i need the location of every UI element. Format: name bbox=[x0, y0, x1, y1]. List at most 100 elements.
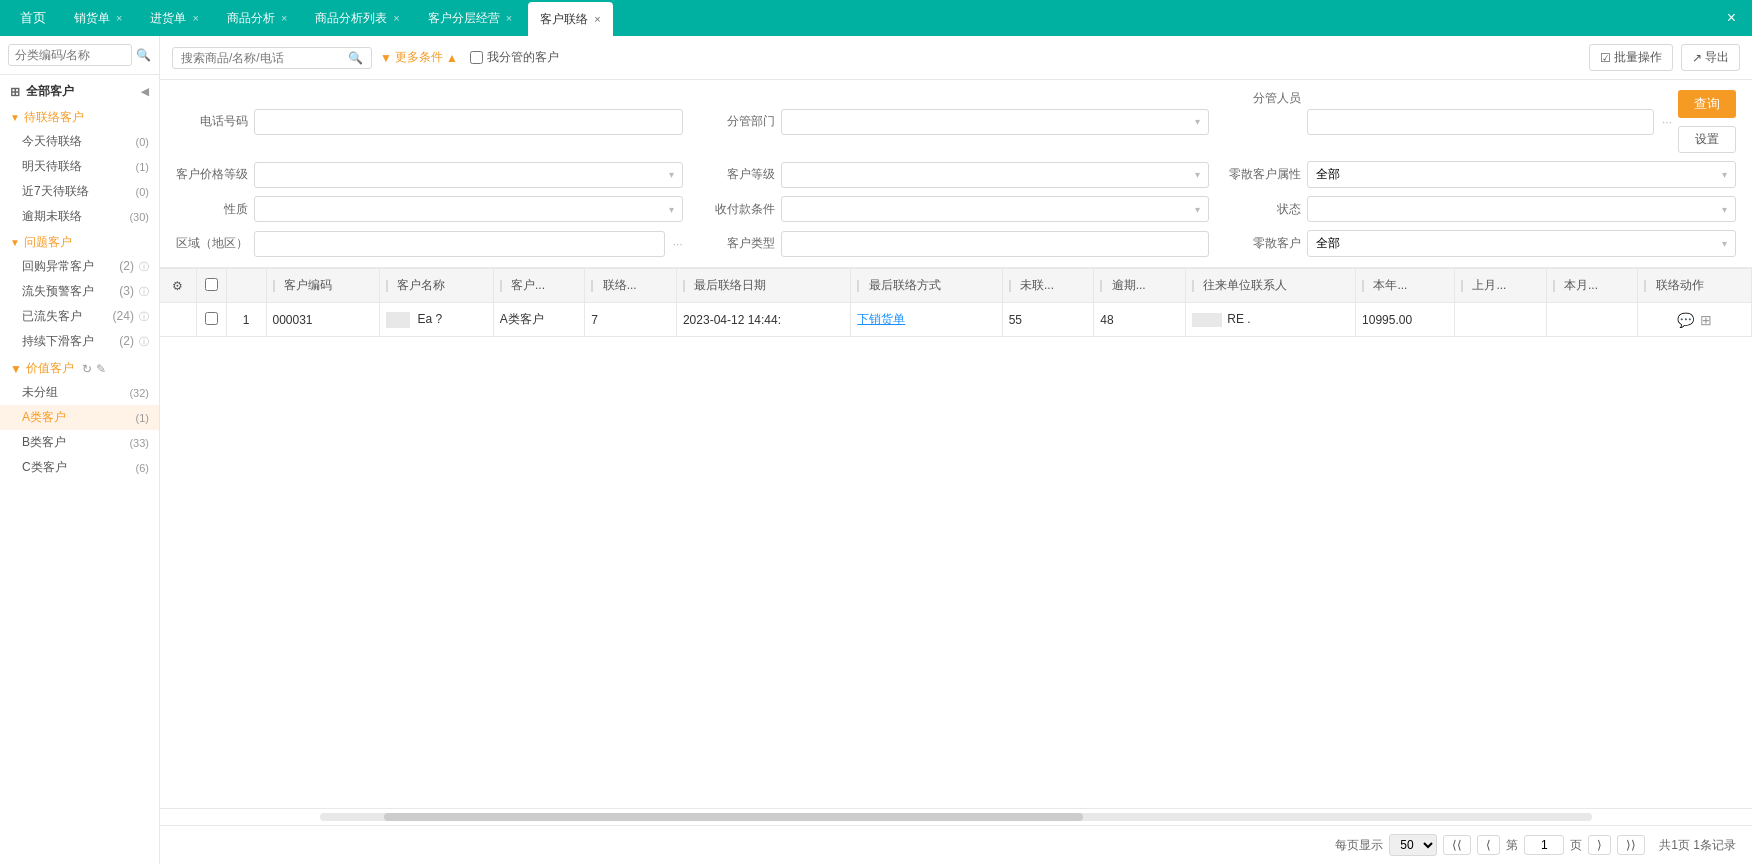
row-level-cell: A类客户 bbox=[493, 303, 585, 337]
batch-ops-btn[interactable]: ☑ 批量操作 bbox=[1589, 44, 1673, 71]
filter-status: 状态 ▾ bbox=[1229, 196, 1736, 222]
row-last-method-cell: 下销货单 bbox=[851, 303, 1002, 337]
scroll-thumb[interactable] bbox=[384, 813, 1084, 821]
col-sep12 bbox=[1553, 280, 1557, 292]
price-level-caret: ▾ bbox=[669, 169, 674, 180]
page-size-select[interactable]: 50 bbox=[1389, 834, 1437, 856]
tab-home[interactable]: 首页 bbox=[8, 0, 58, 36]
status-select[interactable]: ▾ bbox=[1307, 196, 1736, 222]
my-customers-checkbox[interactable] bbox=[470, 51, 483, 64]
main-layout: 🔍 ⊞ 全部客户 ◀ ▼ 待联络客户 今天待联络 (0) bbox=[0, 36, 1752, 864]
row-checkbox[interactable] bbox=[205, 312, 218, 325]
select-all-checkbox[interactable] bbox=[205, 278, 218, 291]
region-input[interactable] bbox=[254, 231, 665, 257]
filter-search-input[interactable] bbox=[181, 51, 344, 65]
filter-search-icon[interactable]: 🔍 bbox=[348, 51, 363, 65]
col-sep10 bbox=[1362, 280, 1366, 292]
scroll-track bbox=[320, 813, 1592, 821]
retail-select[interactable]: 全部 ▾ bbox=[1307, 230, 1736, 257]
col-sep3 bbox=[500, 280, 504, 292]
col-this-month: 本月... bbox=[1546, 269, 1638, 303]
sidebar-item-today[interactable]: 今天待联络 (0) bbox=[0, 129, 159, 154]
retail-caret: ▾ bbox=[1722, 238, 1727, 249]
sidebar-item-b-class[interactable]: B类客户 (33) bbox=[0, 430, 159, 455]
col-sep7 bbox=[1009, 280, 1013, 292]
settings-btn[interactable]: 设置 bbox=[1678, 126, 1736, 153]
edit-icon[interactable]: ✎ bbox=[96, 362, 106, 376]
tab-analysis-list-close[interactable]: × bbox=[393, 12, 399, 24]
tab-segment-close[interactable]: × bbox=[506, 12, 512, 24]
value-arrow: ▼ bbox=[10, 362, 22, 376]
manager-input[interactable] bbox=[1307, 109, 1654, 135]
refresh-icon[interactable]: ↻ bbox=[82, 362, 92, 376]
page-number-input[interactable] bbox=[1524, 835, 1564, 855]
dept-select[interactable]: ▾ bbox=[781, 109, 1210, 135]
tab-analysis-list[interactable]: 商品分析列表 × bbox=[303, 0, 411, 36]
export-btn[interactable]: ↗ 导出 bbox=[1681, 44, 1740, 71]
sidebar-search-input[interactable] bbox=[8, 44, 132, 66]
settings-gear-icon[interactable]: ⚙ bbox=[172, 279, 183, 293]
tab-purchase[interactable]: 进货单 × bbox=[138, 0, 210, 36]
problem-customers-title[interactable]: ▼ 问题客户 bbox=[0, 229, 159, 254]
nature-select[interactable]: ▾ bbox=[254, 196, 683, 222]
grid-action-btn[interactable]: ⊞ bbox=[1700, 312, 1712, 328]
sidebar-item-a-class[interactable]: A类客户 (1) bbox=[0, 405, 159, 430]
col-check bbox=[196, 269, 226, 303]
col-row-actions: 联络动作 bbox=[1638, 269, 1752, 303]
sidebar-item-ungroup[interactable]: 未分组 (32) bbox=[0, 380, 159, 405]
customer-level-select[interactable]: ▾ bbox=[781, 162, 1210, 188]
info-icon-warning: ⓘ bbox=[139, 286, 149, 297]
tab-purchase-close[interactable]: × bbox=[192, 12, 198, 24]
all-customers-header[interactable]: ⊞ 全部客户 ◀ bbox=[0, 75, 159, 104]
customer-type-input[interactable] bbox=[781, 231, 1210, 257]
query-btn[interactable]: 查询 bbox=[1678, 90, 1736, 118]
prev-page-btn[interactable]: ⟨ bbox=[1477, 835, 1500, 855]
tab-sales-close[interactable]: × bbox=[116, 12, 122, 24]
tab-customer-contact[interactable]: 客户联络 × bbox=[528, 2, 612, 36]
first-page-btn[interactable]: ⟨⟨ bbox=[1443, 835, 1471, 855]
tab-customer-segment[interactable]: 客户分层经营 × bbox=[416, 0, 524, 36]
sidebar-item-week[interactable]: 近7天待联络 (0) bbox=[0, 179, 159, 204]
last-page-btn[interactable]: ⟩⟩ bbox=[1617, 835, 1645, 855]
col-last-method: 最后联络方式 bbox=[851, 269, 1002, 303]
value-customers-label: ▼ 价值客户 ↻ ✎ bbox=[0, 354, 159, 380]
last-method-link[interactable]: 下销货单 bbox=[857, 312, 905, 326]
manager-dots[interactable]: ··· bbox=[1662, 115, 1672, 129]
filter-more-arrow: ▲ bbox=[446, 51, 458, 65]
pending-contact-title[interactable]: ▼ 待联络客户 bbox=[0, 104, 159, 129]
chat-action-btn[interactable]: 💬 bbox=[1677, 312, 1694, 328]
col-sep13 bbox=[1644, 280, 1648, 292]
sidebar-item-c-class[interactable]: C类客户 (6) bbox=[0, 455, 159, 480]
sidebar-item-warning[interactable]: 流失预警客户 (3) ⓘ bbox=[0, 279, 159, 304]
row-last-date-cell: 2023-04-12 14:44: bbox=[676, 303, 850, 337]
col-settings[interactable]: ⚙ bbox=[160, 269, 196, 303]
sidebar-item-overdue[interactable]: 逾期未联络 (30) bbox=[0, 204, 159, 229]
problem-arrow: ▼ bbox=[10, 237, 20, 248]
collapse-icon[interactable]: ◀ bbox=[141, 86, 149, 97]
table-container: ⚙ 客户编码 客户名称 bbox=[160, 268, 1752, 808]
sidebar-item-lost[interactable]: 已流失客户 (24) ⓘ bbox=[0, 304, 159, 329]
adv-row-4: 区域（地区） ··· 客户类型 零散客户 全部 ▾ bbox=[176, 230, 1736, 257]
next-page-btn[interactable]: ⟩ bbox=[1588, 835, 1611, 855]
retail-attr-select[interactable]: 全部 ▾ bbox=[1307, 161, 1736, 188]
tab-contact-close[interactable]: × bbox=[594, 13, 600, 25]
close-all-btn[interactable]: × bbox=[1719, 5, 1744, 31]
tab-analysis-close[interactable]: × bbox=[281, 12, 287, 24]
price-level-select[interactable]: ▾ bbox=[254, 162, 683, 188]
row-contact-cell: 7 bbox=[585, 303, 677, 337]
row-no-contact-cell: 55 bbox=[1002, 303, 1094, 337]
sidebar-search-icon[interactable]: 🔍 bbox=[136, 48, 151, 62]
sidebar-item-declining[interactable]: 持续下滑客户 (2) ⓘ bbox=[0, 329, 159, 354]
filter-more-btn[interactable]: ▼ 更多条件 ▲ bbox=[380, 49, 458, 66]
region-dots[interactable]: ··· bbox=[673, 237, 683, 251]
sidebar-item-tomorrow[interactable]: 明天待联络 (1) bbox=[0, 154, 159, 179]
tab-analysis[interactable]: 商品分析 × bbox=[215, 0, 299, 36]
row-last-month-cell bbox=[1455, 303, 1547, 337]
payment-select[interactable]: ▾ bbox=[781, 196, 1210, 222]
tab-sales[interactable]: 销货单 × bbox=[62, 0, 134, 36]
col-sep8 bbox=[1100, 280, 1104, 292]
phone-input[interactable] bbox=[254, 109, 683, 135]
top-nav: 首页 销货单 × 进货单 × 商品分析 × 商品分析列表 × 客户分层经营 × … bbox=[0, 0, 1752, 36]
sidebar-item-abnormal[interactable]: 回购异常客户 (2) ⓘ bbox=[0, 254, 159, 279]
customer-table: ⚙ 客户编码 客户名称 bbox=[160, 268, 1752, 337]
